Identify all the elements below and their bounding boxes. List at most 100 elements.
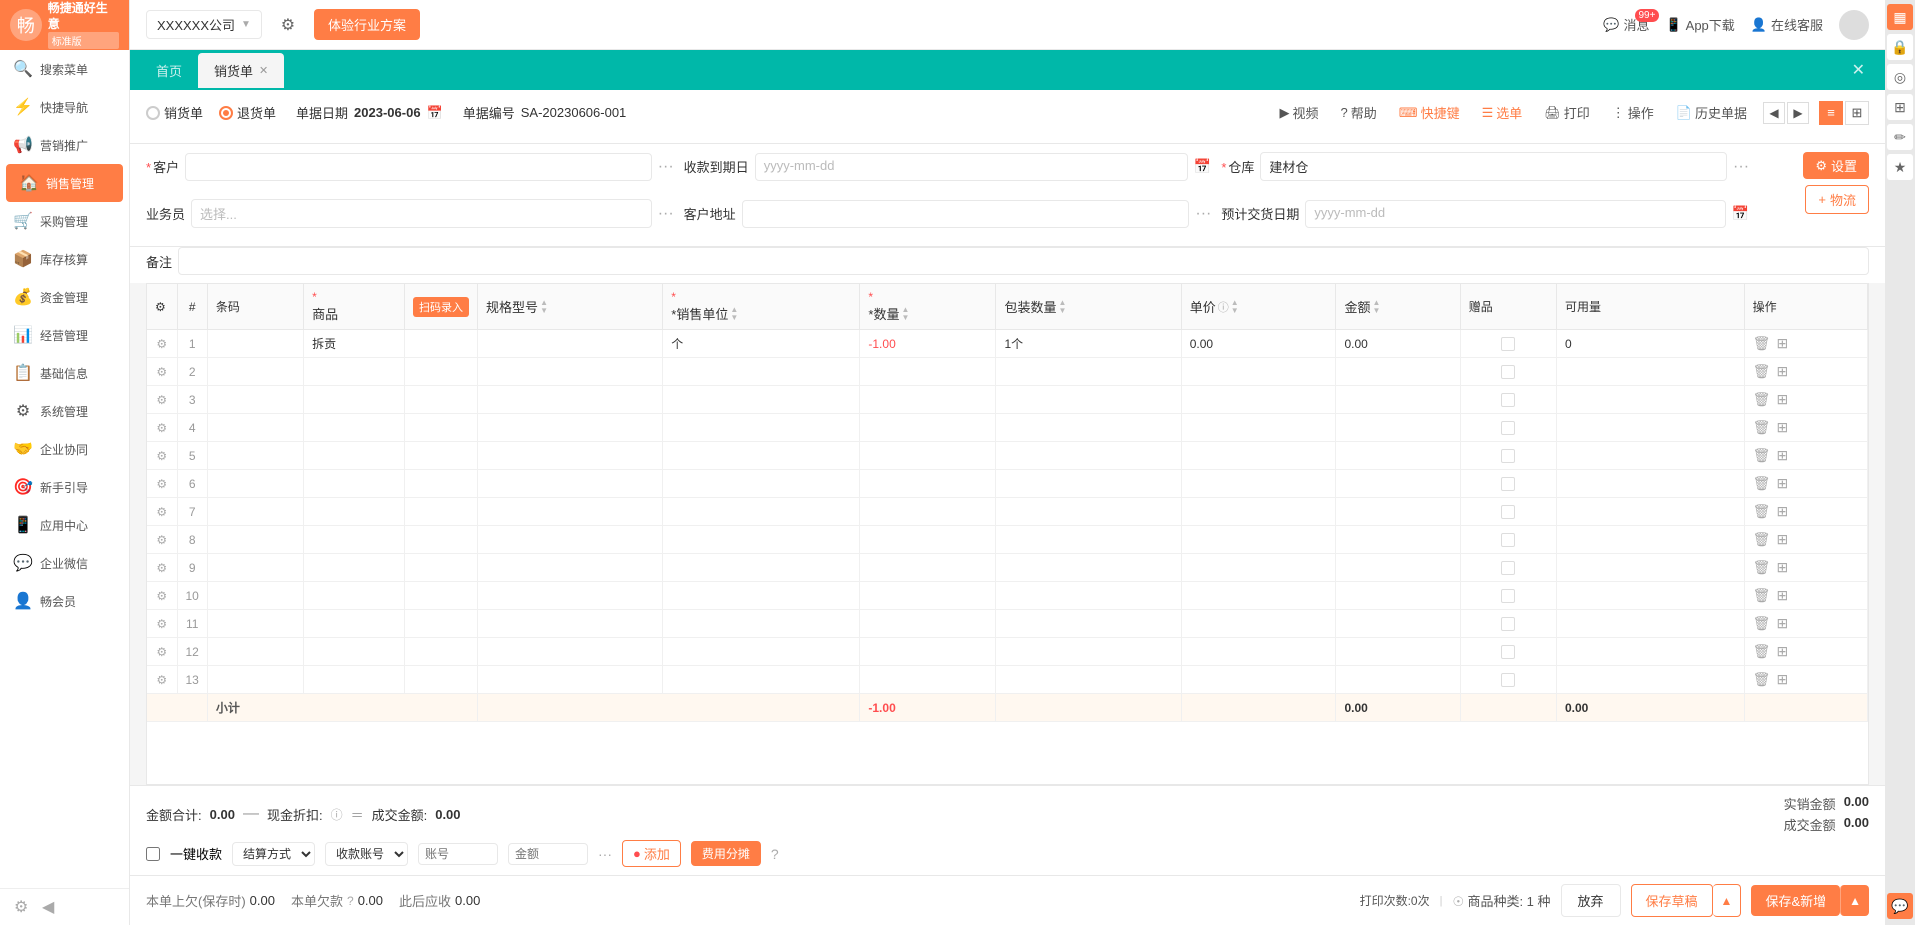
cell-gift-12[interactable] xyxy=(1460,666,1556,694)
cell-unit-8[interactable] xyxy=(663,554,860,582)
delete-icon-9[interactable]: 🗑 xyxy=(1753,587,1771,604)
cell-price-10[interactable] xyxy=(1181,610,1336,638)
save-draft-arrow[interactable]: ▲ xyxy=(1713,884,1742,917)
cell-amount-7[interactable] xyxy=(1336,526,1460,554)
account-select[interactable]: 收款账号 xyxy=(325,842,408,866)
scan-button[interactable]: 扫码录入 xyxy=(413,297,469,317)
cell-price-8[interactable] xyxy=(1181,554,1336,582)
toolbar-help-btn[interactable]: ? 帮助 xyxy=(1335,100,1383,125)
cell-spec-7[interactable] xyxy=(478,526,663,554)
cell-gift-4[interactable] xyxy=(1460,442,1556,470)
delete-icon-0[interactable]: 🗑 xyxy=(1753,335,1771,352)
delete-icon-6[interactable]: 🗑 xyxy=(1753,503,1771,520)
cell-barcode-7[interactable] xyxy=(207,526,303,554)
cell-barcode-3[interactable] xyxy=(207,414,303,442)
gift-checkbox-9[interactable] xyxy=(1501,589,1515,603)
cell-unit-1[interactable] xyxy=(663,358,860,386)
nav-next-btn[interactable]: ▶ xyxy=(1787,102,1809,124)
cell-qty-4[interactable] xyxy=(860,442,996,470)
copy-icon-9[interactable]: ⊞ xyxy=(1776,587,1788,604)
cell-spec-10[interactable] xyxy=(478,610,663,638)
settings-button[interactable]: ⚙ 设置 xyxy=(1803,152,1869,179)
cell-gift-9[interactable] xyxy=(1460,582,1556,610)
cell-product-11[interactable] xyxy=(304,638,405,666)
save-new-arrow[interactable]: ▲ xyxy=(1840,885,1869,916)
gift-checkbox-7[interactable] xyxy=(1501,533,1515,547)
cell-amount-6[interactable] xyxy=(1336,498,1460,526)
topbar-settings-icon[interactable]: ⚙ xyxy=(274,11,302,39)
cell-pkg-qty-12[interactable] xyxy=(996,666,1181,694)
warehouse-input[interactable]: 建材仓 xyxy=(1260,152,1727,181)
cell-qty-10[interactable] xyxy=(860,610,996,638)
save-new-button[interactable]: 保存&新增 xyxy=(1751,885,1840,916)
cell-barcode-1[interactable] xyxy=(207,358,303,386)
cell-product-2[interactable] xyxy=(304,386,405,414)
cell-amount-12[interactable] xyxy=(1336,666,1460,694)
sidebar-item-purchase[interactable]: 🛒 采购管理 xyxy=(0,202,129,240)
right-panel-btn-6[interactable]: ★ xyxy=(1887,154,1913,180)
cell-product-8[interactable] xyxy=(304,554,405,582)
customer-dots-icon[interactable]: ··· xyxy=(658,158,674,176)
copy-icon-10[interactable]: ⊞ xyxy=(1776,615,1788,632)
sidebar-item-finance[interactable]: 💰 资金管理 xyxy=(0,278,129,316)
cell-price-6[interactable] xyxy=(1181,498,1336,526)
delete-icon-10[interactable]: 🗑 xyxy=(1753,615,1771,632)
gift-checkbox-11[interactable] xyxy=(1501,645,1515,659)
right-panel-btn-2[interactable]: 🔒 xyxy=(1887,34,1913,60)
sidebar-item-apps[interactable]: 📱 应用中心 xyxy=(0,506,129,544)
address-dots-icon[interactable]: ··· xyxy=(1195,205,1211,223)
cell-spec-12[interactable] xyxy=(478,666,663,694)
sidebar-item-member[interactable]: 👤 畅会员 xyxy=(0,582,129,620)
cell-qty-6[interactable] xyxy=(860,498,996,526)
nav-prev-btn[interactable]: ◀ xyxy=(1763,102,1785,124)
cell-spec-4[interactable] xyxy=(478,442,663,470)
delete-icon-3[interactable]: 🗑 xyxy=(1753,419,1771,436)
trial-button[interactable]: 体验行业方案 xyxy=(314,9,420,40)
cell-product-0[interactable]: 拆贡 xyxy=(304,330,405,358)
cell-unit-4[interactable] xyxy=(663,442,860,470)
cell-gift-8[interactable] xyxy=(1460,554,1556,582)
delete-icon-2[interactable]: 🗑 xyxy=(1753,391,1771,408)
online-service-button[interactable]: 👤 在线客服 xyxy=(1751,15,1823,34)
cell-barcode-10[interactable] xyxy=(207,610,303,638)
sidebar-item-operations[interactable]: 📊 经营管理 xyxy=(0,316,129,354)
cell-unit-12[interactable] xyxy=(663,666,860,694)
customer-address-input[interactable] xyxy=(742,200,1190,228)
cell-amount-4[interactable] xyxy=(1336,442,1460,470)
tab-sales-order[interactable]: 销货单 ✕ xyxy=(198,53,284,88)
right-panel-btn-1[interactable]: ▦ xyxy=(1887,4,1913,30)
cell-unit-5[interactable] xyxy=(663,470,860,498)
cell-spec-6[interactable] xyxy=(478,498,663,526)
cell-product-3[interactable] xyxy=(304,414,405,442)
gift-checkbox-6[interactable] xyxy=(1501,505,1515,519)
abandon-button[interactable]: 放弃 xyxy=(1561,884,1621,917)
due-date-calendar-icon[interactable]: 📅 xyxy=(1194,158,1211,175)
sidebar-item-inventory[interactable]: 📦 库存核算 xyxy=(0,240,129,278)
cell-gift-0[interactable] xyxy=(1460,330,1556,358)
cell-unit-10[interactable] xyxy=(663,610,860,638)
cell-price-4[interactable] xyxy=(1181,442,1336,470)
cell-price-7[interactable] xyxy=(1181,526,1336,554)
cell-pkg-qty-5[interactable] xyxy=(996,470,1181,498)
cell-unit-3[interactable] xyxy=(663,414,860,442)
cell-amount-5[interactable] xyxy=(1336,470,1460,498)
cell-pkg-qty-4[interactable] xyxy=(996,442,1181,470)
delivery-calendar-icon[interactable]: 📅 xyxy=(1732,205,1749,222)
one-click-pay-checkbox[interactable] xyxy=(146,847,160,861)
cell-gift-10[interactable] xyxy=(1460,610,1556,638)
cell-pkg-qty-3[interactable] xyxy=(996,414,1181,442)
cell-qty-11[interactable] xyxy=(860,638,996,666)
company-selector[interactable]: XXXXXX公司 ▼ xyxy=(146,10,262,39)
cell-price-0[interactable]: 0.00 xyxy=(1181,330,1336,358)
amount-input[interactable] xyxy=(508,843,588,865)
cell-price-5[interactable] xyxy=(1181,470,1336,498)
cell-spec-5[interactable] xyxy=(478,470,663,498)
cell-amount-11[interactable] xyxy=(1336,638,1460,666)
cell-amount-1[interactable] xyxy=(1336,358,1460,386)
cell-pkg-qty-9[interactable] xyxy=(996,582,1181,610)
sidebar-item-search[interactable]: 🔍 搜索菜单 xyxy=(0,50,129,88)
cell-pkg-qty-11[interactable] xyxy=(996,638,1181,666)
cell-barcode-0[interactable] xyxy=(207,330,303,358)
sidebar-item-guide[interactable]: 🎯 新手引导 xyxy=(0,468,129,506)
cell-pkg-qty-10[interactable] xyxy=(996,610,1181,638)
